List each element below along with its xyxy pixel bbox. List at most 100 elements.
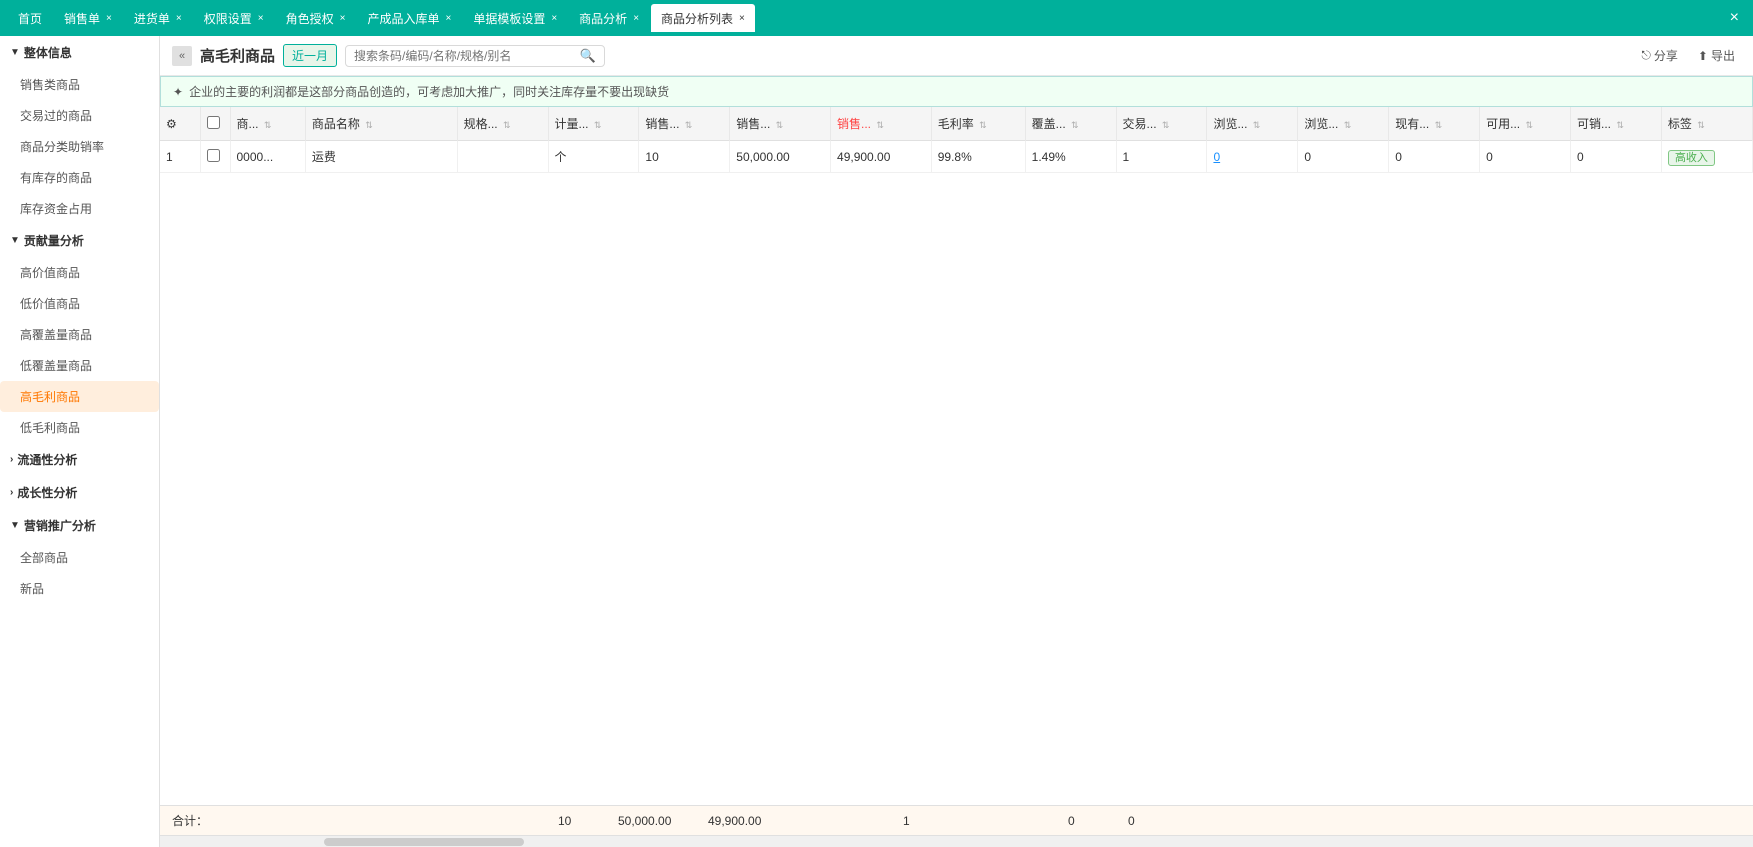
col-unit[interactable]: 计量... ⇅ xyxy=(548,107,639,141)
col-tag[interactable]: 标签 ⇅ xyxy=(1661,107,1752,141)
sort-icon-name: ⇅ xyxy=(365,120,373,130)
sidebar-item-category-rate[interactable]: 商品分类助销率 xyxy=(0,131,159,162)
tab-home[interactable]: 首页 xyxy=(8,4,52,32)
footer-sales-amount: 50,000.00 xyxy=(612,814,702,828)
search-icon[interactable]: 🔍 xyxy=(580,48,596,64)
content-header: « 高毛利商品 近一月 🔍 ⎋ 分享 ⬆ 导出 xyxy=(160,36,1753,76)
cell-checkbox[interactable] xyxy=(200,141,230,173)
tab-template-close[interactable]: × xyxy=(551,13,557,24)
sidebar-item-new-goods[interactable]: 新品 xyxy=(0,573,159,604)
sidebar-item-traded-goods[interactable]: 交易过的商品 xyxy=(0,100,159,131)
select-all-checkbox[interactable] xyxy=(207,116,220,129)
footer-total-label: 合计： xyxy=(172,812,232,829)
col-sales-qty[interactable]: 销售... ⇅ xyxy=(639,107,730,141)
browse1-link[interactable]: 0 xyxy=(1213,150,1220,164)
tab-purchase[interactable]: 进货单 × xyxy=(124,4,192,32)
sidebar-item-all-goods[interactable]: 全部商品 xyxy=(0,542,159,573)
search-input[interactable] xyxy=(354,49,576,63)
col-sales-profit[interactable]: 销售... ⇅ xyxy=(831,107,932,141)
col-browse2[interactable]: 浏览... ⇅ xyxy=(1298,107,1389,141)
sidebar-group-contribution[interactable]: ▼ 贡献量分析 xyxy=(0,224,159,257)
sort-icon-sales-qty: ⇅ xyxy=(685,120,693,130)
sidebar-item-low-margin[interactable]: 低毛利商品 xyxy=(0,412,159,443)
col-sales-amount[interactable]: 销售... ⇅ xyxy=(730,107,831,141)
sidebar-group-liquidity[interactable]: › 流通性分析 xyxy=(0,443,159,476)
col-available-stock[interactable]: 可用... ⇅ xyxy=(1480,107,1571,141)
cell-index: 1 xyxy=(160,141,200,173)
cell-sales-amount: 50,000.00 xyxy=(730,141,831,173)
col-transaction[interactable]: 交易... ⇅ xyxy=(1116,107,1207,141)
cell-name: 运费 xyxy=(305,141,457,173)
cell-browse1[interactable]: 0 xyxy=(1207,141,1298,173)
sidebar-item-high-value[interactable]: 高价值商品 xyxy=(0,257,159,288)
tab-sales[interactable]: 销售单 × xyxy=(54,4,122,32)
sidebar-item-low-value[interactable]: 低价值商品 xyxy=(0,288,159,319)
tab-template[interactable]: 单据模板设置 × xyxy=(463,4,567,32)
tab-permissions-close[interactable]: × xyxy=(258,13,264,24)
info-banner: ✦ 企业的主要的利润都是这部分商品创造的，可考虑加大推广，同时关注库存量不要出现… xyxy=(160,76,1753,107)
sort-icon-unit: ⇅ xyxy=(594,120,602,130)
sidebar-group-overall-label: 整体信息 xyxy=(24,44,72,61)
col-checkbox[interactable] xyxy=(200,107,230,141)
tab-analysis-close[interactable]: × xyxy=(633,13,639,24)
collapse-sidebar-button[interactable]: « xyxy=(172,46,192,66)
cell-tag: 高收入 xyxy=(1661,141,1752,173)
col-settings[interactable]: ⚙ xyxy=(160,107,200,141)
row-checkbox[interactable] xyxy=(207,149,220,162)
col-coverage[interactable]: 覆盖... ⇅ xyxy=(1025,107,1116,141)
tab-roles-close[interactable]: × xyxy=(340,13,346,24)
col-spec[interactable]: 规格... ⇅ xyxy=(457,107,548,141)
sidebar-item-high-coverage[interactable]: 高覆盖量商品 xyxy=(0,319,159,350)
tab-analysis-list[interactable]: 商品分析列表 × xyxy=(651,4,755,32)
sidebar-group-marketing[interactable]: ▼ 营销推广分析 xyxy=(0,509,159,542)
main-layout: ▼ 整体信息 销售类商品 交易过的商品 商品分类助销率 有库存的商品 库存资金占… xyxy=(0,36,1753,847)
footer-transaction: 1 xyxy=(897,814,952,828)
sidebar-group-growth[interactable]: › 成长性分析 xyxy=(0,476,159,509)
cell-transaction: 1 xyxy=(1116,141,1207,173)
share-button[interactable]: ⎋ 分享 xyxy=(1635,45,1684,66)
cell-sales-profit: 49,900.00 xyxy=(831,141,932,173)
tab-purchase-close[interactable]: × xyxy=(176,13,182,24)
cell-code: 0000... xyxy=(230,141,305,173)
sidebar-item-low-coverage[interactable]: 低覆盖量商品 xyxy=(0,350,159,381)
header-actions: ⎋ 分享 ⬆ 导出 xyxy=(1635,45,1741,66)
tab-product-inbound[interactable]: 产成品入库单 × xyxy=(357,4,461,32)
tab-analysis-list-close[interactable]: × xyxy=(739,13,745,24)
table-container: ⚙ 商... ⇅ 商品名称 ⇅ xyxy=(160,107,1753,805)
table-header-row: ⚙ 商... ⇅ 商品名称 ⇅ xyxy=(160,107,1753,141)
col-gross-margin[interactable]: 毛利率 ⇅ xyxy=(931,107,1025,141)
tab-permissions[interactable]: 权限设置 × xyxy=(194,4,274,32)
scrollbar-thumb[interactable] xyxy=(324,838,524,846)
export-button[interactable]: ⬆ 导出 xyxy=(1692,45,1741,66)
tab-permissions-label: 权限设置 xyxy=(204,10,252,27)
sort-icon-current-stock: ⇅ xyxy=(1435,120,1443,130)
footer-cells: 10 50,000.00 49,900.00 1 0 0 xyxy=(232,814,1741,828)
horizontal-scrollbar[interactable] xyxy=(160,835,1753,847)
sidebar-item-high-margin[interactable]: 高毛利商品 xyxy=(0,381,159,412)
sidebar-item-sales-goods[interactable]: 销售类商品 xyxy=(0,69,159,100)
tab-product-inbound-close[interactable]: × xyxy=(445,13,451,24)
tab-roles[interactable]: 角色授权 × xyxy=(276,4,356,32)
search-box: 🔍 xyxy=(345,45,605,67)
sidebar-group-overall[interactable]: ▼ 整体信息 xyxy=(0,36,159,69)
col-current-stock[interactable]: 现有... ⇅ xyxy=(1389,107,1480,141)
sort-icon-browse1: ⇅ xyxy=(1253,120,1261,130)
sort-icon-coverage: ⇅ xyxy=(1071,120,1079,130)
sort-icon-sales-amount: ⇅ xyxy=(776,120,784,130)
close-all-tabs[interactable]: × xyxy=(1724,9,1745,27)
tab-sales-close[interactable]: × xyxy=(106,13,112,24)
sort-icon-tag: ⇅ xyxy=(1697,120,1705,130)
tab-analysis[interactable]: 商品分析 × xyxy=(569,4,649,32)
sidebar-item-stock-capital[interactable]: 库存资金占用 xyxy=(0,193,159,224)
tab-template-label: 单据模板设置 xyxy=(473,10,545,27)
sidebar-group-liquidity-label: 流通性分析 xyxy=(17,451,77,468)
cell-unit: 个 xyxy=(548,141,639,173)
col-name[interactable]: 商品名称 ⇅ xyxy=(305,107,457,141)
time-filter-button[interactable]: 近一月 xyxy=(283,44,337,67)
sidebar-item-stocked-goods[interactable]: 有库存的商品 xyxy=(0,162,159,193)
col-saleable[interactable]: 可销... ⇅ xyxy=(1571,107,1662,141)
arrow-icon-contribution: ▼ xyxy=(10,235,20,246)
col-code[interactable]: 商... ⇅ xyxy=(230,107,305,141)
col-browse1[interactable]: 浏览... ⇅ xyxy=(1207,107,1298,141)
tab-product-inbound-label: 产成品入库单 xyxy=(367,10,439,27)
